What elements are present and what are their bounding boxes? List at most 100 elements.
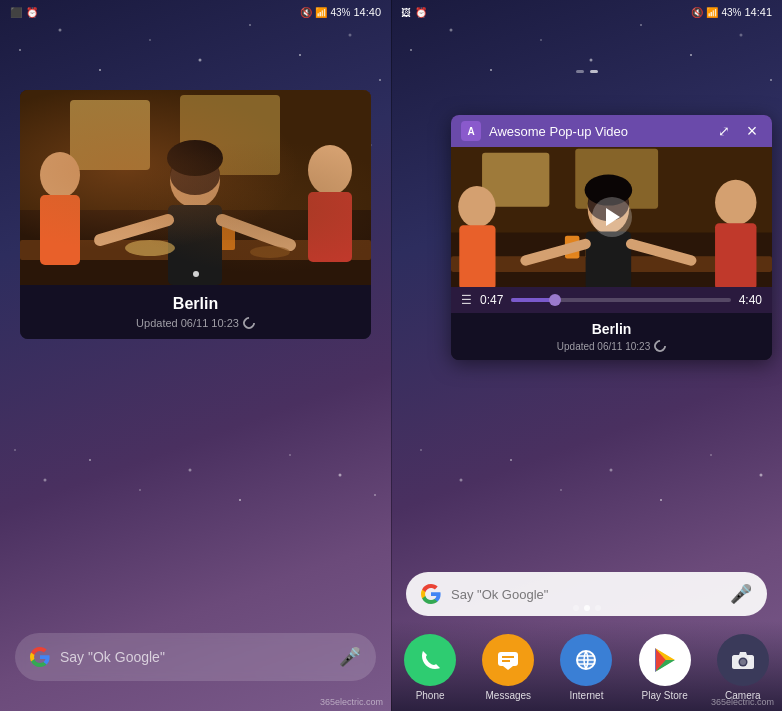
svg-point-45	[410, 49, 412, 51]
time-end: 4:40	[739, 293, 762, 307]
svg-point-60	[710, 454, 712, 456]
svg-point-43	[125, 240, 175, 256]
svg-point-25	[374, 494, 376, 496]
svg-point-2	[99, 69, 101, 71]
svg-rect-31	[195, 220, 213, 250]
popup-song-info: Berlin Updated 06/11 10:23	[451, 313, 772, 360]
svg-point-3	[149, 39, 151, 41]
svg-rect-72	[586, 231, 632, 287]
playlist-icon: ☰	[461, 293, 472, 307]
search-bar-left[interactable]: Say "Ok Google" 🎤	[15, 633, 376, 681]
svg-rect-40	[308, 192, 352, 262]
svg-point-23	[289, 454, 291, 456]
svg-point-47	[490, 69, 492, 71]
status-time-left: 14:40	[353, 6, 381, 18]
svg-point-49	[590, 59, 593, 62]
watermark-right: 365electric.com	[711, 697, 774, 707]
refresh-icon-left	[240, 315, 257, 332]
svg-point-19	[89, 459, 91, 461]
svg-point-18	[44, 479, 47, 482]
svg-point-53	[770, 79, 772, 81]
video-card-left[interactable]: Berlin Updated 06/11 10:23	[20, 90, 371, 339]
play-indicator[interactable]	[193, 271, 199, 277]
mic-icon-right[interactable]: 🎤	[730, 583, 752, 605]
svg-point-59	[660, 499, 662, 501]
svg-rect-79	[498, 652, 518, 666]
svg-point-5	[249, 24, 251, 26]
top-dots	[576, 70, 598, 73]
mute-icon-right: 🔇	[691, 7, 703, 18]
svg-point-77	[458, 186, 495, 227]
svg-point-22	[239, 499, 241, 501]
signal-icon-right: 📶	[706, 7, 718, 18]
svg-point-1	[59, 29, 62, 32]
dot-2-active	[584, 605, 590, 611]
nav-item-messages[interactable]: Messages	[482, 634, 534, 701]
video-thumbnail-left	[20, 90, 371, 285]
svg-point-50	[640, 24, 642, 26]
popup-song-title: Berlin	[459, 321, 764, 337]
popup-player-title: Awesome Pop-up Video	[489, 124, 706, 139]
progress-track[interactable]	[511, 298, 730, 302]
popup-progress-bar[interactable]: ☰ 0:47 4:40	[451, 287, 772, 313]
svg-point-56	[510, 459, 512, 461]
dot-1	[573, 605, 579, 611]
internet-nav-icon[interactable]	[560, 634, 612, 686]
svg-marker-81	[503, 666, 513, 670]
popup-video-player[interactable]: A Awesome Pop-up Video ⤢ ×	[451, 115, 772, 360]
svg-line-38	[222, 220, 290, 245]
svg-point-52	[740, 34, 743, 37]
svg-point-6	[299, 54, 301, 56]
svg-rect-76	[715, 223, 756, 287]
expand-button[interactable]: ⤢	[714, 121, 734, 141]
battery-percent: 43%	[330, 7, 350, 18]
video-title-left: Berlin	[30, 295, 361, 313]
popup-play-button[interactable]	[592, 197, 632, 237]
google-g-icon-right	[421, 584, 441, 604]
nav-item-playstore[interactable]: Play Store	[639, 634, 691, 701]
svg-point-51	[690, 54, 692, 56]
video-info-left: Berlin Updated 06/11 10:23	[20, 285, 371, 339]
video-updated-left: Updated 06/11 10:23	[30, 317, 361, 329]
svg-point-7	[349, 34, 352, 37]
svg-rect-42	[40, 195, 80, 265]
svg-point-91	[740, 659, 746, 665]
nav-item-phone[interactable]: Phone	[404, 634, 456, 701]
top-dot-2-active	[590, 70, 598, 73]
phone-nav-label: Phone	[416, 690, 445, 701]
search-placeholder-left: Say "Ok Google"	[60, 649, 329, 665]
phone-nav-icon[interactable]	[404, 634, 456, 686]
camera-nav-icon[interactable]	[717, 634, 769, 686]
svg-rect-30	[180, 95, 280, 175]
nav-items: Phone Messages	[391, 634, 782, 701]
svg-rect-29	[70, 100, 150, 170]
dots-indicator	[573, 605, 601, 611]
svg-point-8	[379, 79, 381, 81]
phone-right-screen: 🖼 ⏰ 🔇 📶 43% 14:41 A Awesome Pop-up Video…	[391, 0, 782, 711]
time-start: 0:47	[480, 293, 503, 307]
clock-status-icon: ⏰	[26, 7, 38, 18]
close-button[interactable]: ×	[742, 121, 762, 141]
internet-nav-label: Internet	[570, 690, 604, 701]
svg-point-20	[139, 489, 141, 491]
photos-status-icon: 🖼	[401, 7, 411, 18]
svg-rect-32	[220, 225, 235, 250]
screen-divider	[391, 0, 392, 711]
popup-video-area[interactable]	[451, 147, 772, 287]
svg-point-34	[170, 155, 220, 195]
svg-point-4	[199, 59, 202, 62]
playstore-nav-icon[interactable]	[639, 634, 691, 686]
messages-nav-icon[interactable]	[482, 634, 534, 686]
svg-point-48	[540, 39, 542, 41]
mute-icon: 🔇	[300, 7, 312, 18]
svg-rect-78	[459, 225, 495, 287]
nav-item-camera[interactable]: Camera	[717, 634, 769, 701]
svg-point-33	[170, 152, 220, 208]
mic-icon-left[interactable]: 🎤	[339, 646, 361, 668]
popup-player-header: A Awesome Pop-up Video ⤢ ×	[451, 115, 772, 147]
popup-video-scene	[451, 147, 772, 287]
progress-thumb[interactable]	[549, 294, 561, 306]
camera-status-icon: ⬛	[10, 7, 22, 18]
nav-item-internet[interactable]: Internet	[560, 634, 612, 701]
svg-point-44	[250, 246, 290, 258]
